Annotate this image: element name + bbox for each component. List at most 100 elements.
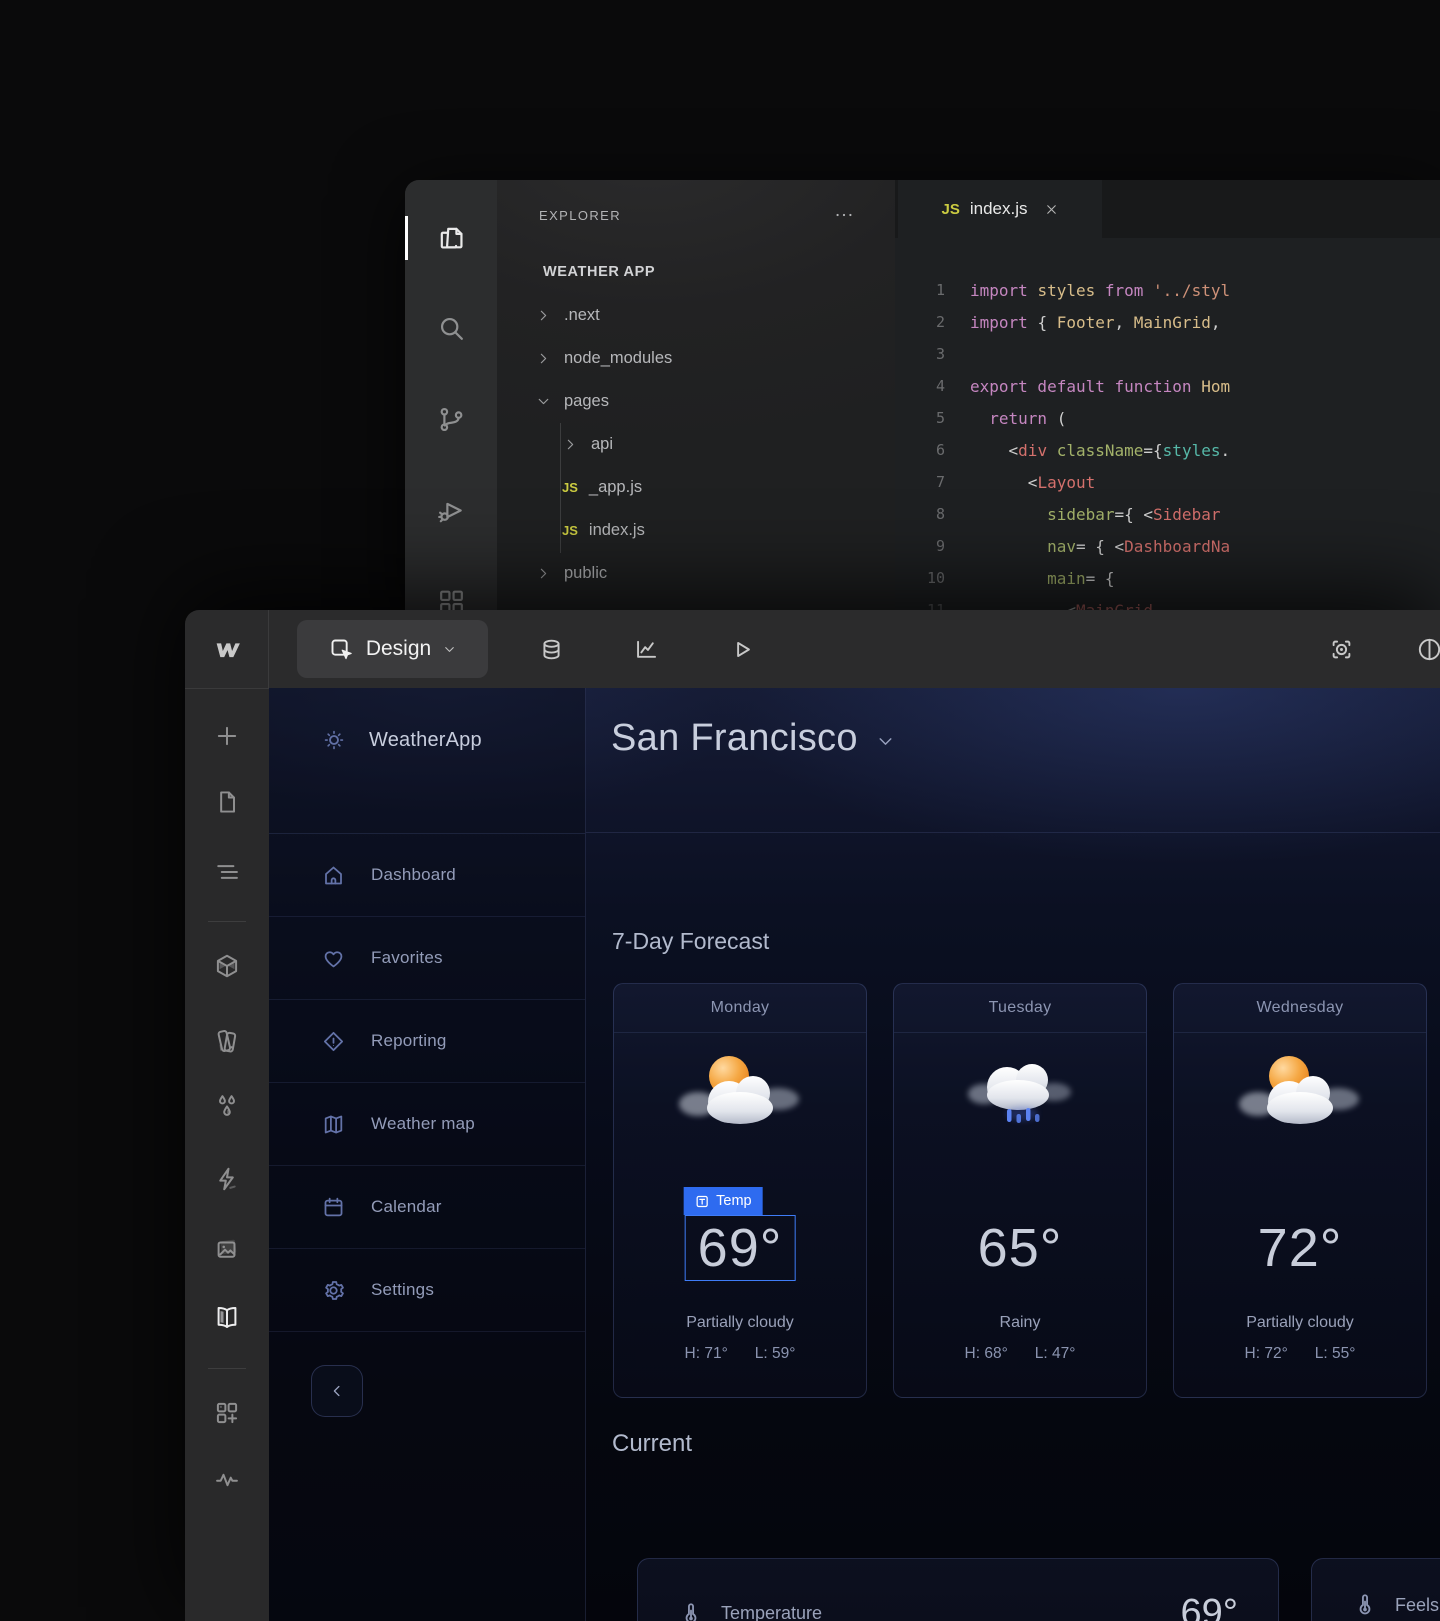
cms-database-icon[interactable]	[528, 626, 574, 672]
design-mode-button[interactable]: Design	[297, 620, 488, 678]
brand-label: WeatherApp	[369, 729, 482, 752]
code-area[interactable]: 1import styles from '../styl2import { Fo…	[895, 238, 1440, 622]
explorer-more-icon[interactable]	[833, 204, 855, 226]
components-icon[interactable]	[205, 944, 249, 988]
low-value: L: 55°	[1315, 1345, 1356, 1363]
tab-close-icon[interactable]	[1044, 202, 1059, 217]
design-canvas[interactable]: WeatherApp Dashboard FavoritesReportingWe…	[269, 688, 1440, 1621]
source-control-icon[interactable]	[405, 374, 497, 465]
high-value: H: 68°	[965, 1345, 1008, 1363]
gear-icon	[321, 1278, 346, 1303]
apps-grid-icon[interactable]	[205, 1391, 249, 1435]
profile-circle-icon[interactable]	[1406, 626, 1440, 672]
code-line-6: 6 <div className={styles.	[895, 434, 1440, 466]
rail-divider	[208, 921, 246, 922]
files-icon[interactable]	[405, 192, 497, 283]
analytics-chart-icon[interactable]	[623, 626, 669, 672]
location-selector[interactable]: San Francisco	[611, 717, 896, 760]
nav-item-label: Settings	[371, 1280, 434, 1300]
tree-item--next[interactable]: .next	[497, 294, 895, 337]
preview-play-icon[interactable]	[718, 626, 764, 672]
tree-item-label: node_modules	[564, 349, 672, 368]
run-debug-icon[interactable]	[405, 465, 497, 556]
code-line-7: 7 <Layout	[895, 466, 1440, 498]
day-label: Tuesday	[894, 984, 1146, 1033]
design-mode-label: Design	[366, 637, 431, 661]
selection-label[interactable]: Temp	[683, 1187, 762, 1215]
nav-item-label: Calendar	[371, 1197, 442, 1217]
js-file-icon: JS	[562, 523, 578, 538]
designer-left-rail	[185, 688, 269, 1621]
forecast-card-wednesday[interactable]: Wednesday 72°Partially cloudyH: 72°L: 55…	[1173, 983, 1427, 1398]
rail-divider	[208, 1368, 246, 1369]
code-line-9: 9 nav= { <DashboardNa	[895, 530, 1440, 562]
current-metric-label: Feels like	[1395, 1595, 1440, 1616]
weather-app-brand[interactable]: WeatherApp	[269, 710, 585, 770]
tree-item--app-js[interactable]: JS_app.js	[497, 466, 895, 509]
calendar-icon	[321, 1195, 346, 1220]
tree-item-pages[interactable]: pages	[497, 380, 895, 423]
code-line-2: 2import { Footer, MainGrid,	[895, 306, 1440, 338]
nav-item-settings[interactable]: Settings	[269, 1249, 585, 1332]
project-name[interactable]: WEATHER APP	[497, 226, 895, 280]
weather-app-sidebar: WeatherApp Dashboard FavoritesReportingWe…	[269, 688, 586, 1621]
nav-item-reporting[interactable]: Reporting	[269, 1000, 585, 1083]
temperature-value[interactable]: 65°	[965, 1215, 1076, 1281]
tab-index-js[interactable]: JS index.js	[898, 180, 1102, 238]
focus-capture-icon[interactable]	[1318, 626, 1364, 672]
line-number: 9	[895, 537, 970, 555]
temperature-value[interactable]: Temp69°	[685, 1215, 796, 1281]
condition-label: Partially cloudy	[1174, 1314, 1426, 1332]
add-element-icon[interactable]	[205, 714, 249, 758]
current-card-feels-like[interactable]: Feels like	[1311, 1558, 1440, 1621]
tree-item-label: index.js	[589, 521, 645, 540]
line-number: 6	[895, 441, 970, 459]
tree-item-api[interactable]: api	[497, 423, 895, 466]
search-icon[interactable]	[405, 283, 497, 374]
style-drops-icon[interactable]	[205, 1084, 249, 1128]
code-line-8: 8 sidebar={ <Sidebar	[895, 498, 1440, 530]
line-number: 4	[895, 377, 970, 395]
nav-item-favorites[interactable]: Favorites	[269, 917, 585, 1000]
file-tree: .next node_modulespagesapiJS_app.js JS inde…	[497, 294, 895, 595]
audit-pulse-icon[interactable]	[205, 1457, 249, 1501]
location-title: San Francisco	[611, 717, 858, 760]
webflow-logo[interactable]	[185, 610, 269, 688]
nav-item-weather-map[interactable]: Weather map	[269, 1083, 585, 1166]
nav-item-calendar[interactable]: Calendar	[269, 1166, 585, 1249]
tree-item-public[interactable]: public	[497, 552, 895, 595]
rain-cloud-illustration	[945, 1042, 1095, 1150]
style-swatches-icon[interactable]	[205, 1019, 249, 1063]
library-book-icon[interactable]	[205, 1296, 249, 1340]
sidebar-collapse-button[interactable]	[311, 1365, 363, 1417]
line-number: 8	[895, 505, 970, 523]
current-metric-value: 69°	[1181, 1592, 1238, 1621]
line-number: 5	[895, 409, 970, 427]
low-value: L: 59°	[755, 1345, 796, 1363]
current-cards-row: Temperature69° Feels like	[637, 1558, 1440, 1621]
tree-item-label: public	[564, 564, 607, 583]
assets-image-icon[interactable]	[205, 1227, 249, 1271]
tab-strip: JS index.js	[895, 180, 1440, 238]
nav-item-dashboard[interactable]: Dashboard	[269, 834, 585, 917]
temperature-value[interactable]: 72°	[1245, 1215, 1356, 1281]
nav-item-label: Dashboard	[371, 865, 456, 885]
forecast-card-monday[interactable]: Monday Temp69°Partially cloudyH: 71°L: 5…	[613, 983, 867, 1398]
interactions-bolt-icon[interactable]	[205, 1157, 249, 1201]
chevron-down-icon	[442, 642, 457, 657]
tree-item-node-modules[interactable]: node_modules	[497, 337, 895, 380]
toolbar-left-icons	[528, 626, 764, 672]
forecast-card-tuesday[interactable]: Tuesday 65°RainyH: 68°L: 47°	[893, 983, 1147, 1398]
tree-item-index-js[interactable]: JS index.js	[497, 509, 895, 552]
current-card-temperature[interactable]: Temperature69°	[637, 1558, 1279, 1621]
home-icon	[321, 863, 346, 888]
code-line-10: 10 main= {	[895, 562, 1440, 594]
alert-diamond-icon	[321, 1029, 346, 1054]
pages-icon[interactable]	[205, 780, 249, 824]
navigator-icon[interactable]	[205, 850, 249, 894]
tree-item-label: .next	[564, 306, 600, 325]
indent-guide	[560, 423, 561, 553]
sun-cloud-illustration	[1225, 1042, 1375, 1150]
day-label: Monday	[614, 984, 866, 1033]
high-low: H: 71°L: 59°	[614, 1345, 866, 1363]
